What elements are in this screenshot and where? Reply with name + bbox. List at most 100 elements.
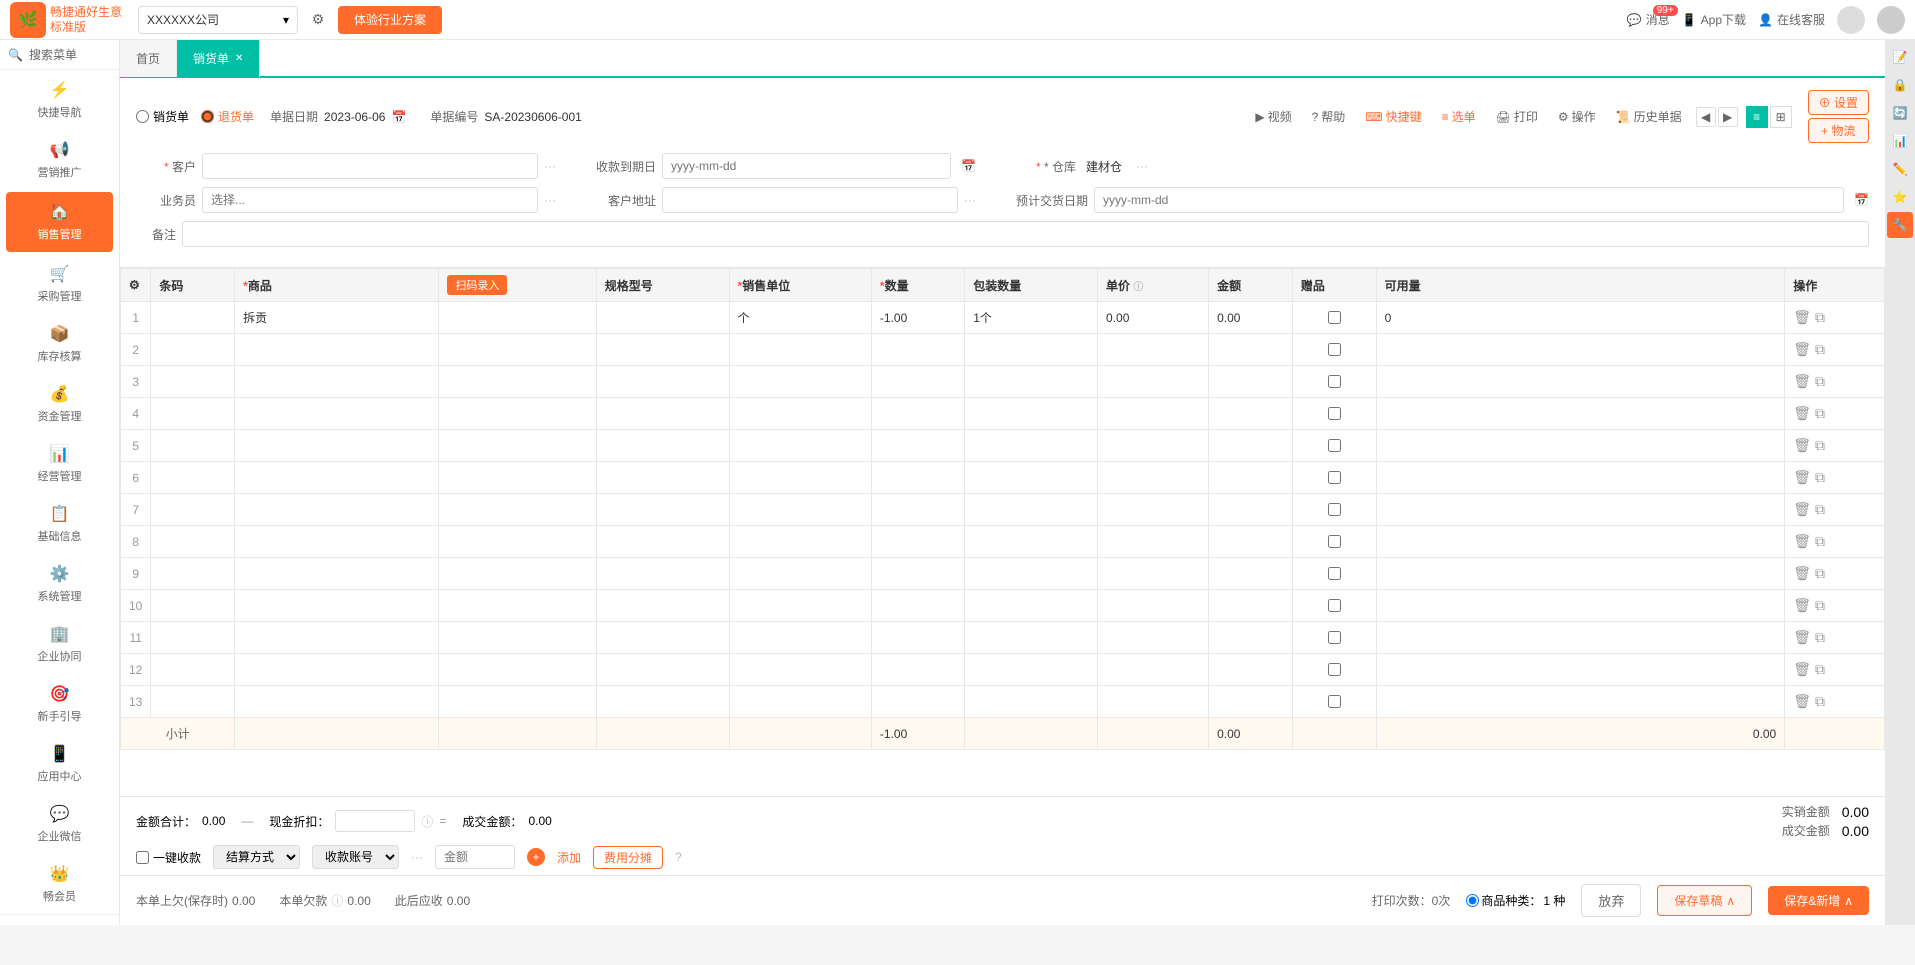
help-btn[interactable]: ? 帮助 bbox=[1306, 106, 1352, 127]
sidebar-item-purchase[interactable]: 🛒 采购管理 bbox=[0, 254, 119, 314]
delete-icon[interactable]: 🗑 bbox=[1793, 533, 1811, 550]
print-btn[interactable]: 🖨 打印 bbox=[1490, 106, 1544, 127]
sidebar-item-marketing[interactable]: 📢 营销推广 bbox=[0, 130, 119, 190]
copy-icon[interactable]: ⧉ bbox=[1815, 405, 1825, 422]
delete-icon[interactable]: 🗑 bbox=[1793, 693, 1811, 710]
copy-icon[interactable]: ⧉ bbox=[1815, 501, 1825, 518]
delete-icon[interactable]: 🗑 bbox=[1793, 341, 1811, 358]
tab-home[interactable]: 首页 bbox=[120, 39, 177, 77]
right-panel-note-icon[interactable]: 📝 bbox=[1887, 44, 1913, 70]
settings-icon[interactable]: ⚙ bbox=[306, 8, 330, 32]
next-arrow[interactable]: ▶ bbox=[1718, 107, 1738, 127]
tab-close-icon[interactable]: ✕ bbox=[235, 53, 243, 64]
copy-icon[interactable]: ⧉ bbox=[1815, 437, 1825, 454]
right-panel-refresh-icon[interactable]: 🔄 bbox=[1887, 100, 1913, 126]
cell-unit[interactable]: 个 bbox=[729, 302, 871, 334]
cell-gift[interactable] bbox=[1292, 302, 1376, 334]
operation-btn[interactable]: ⚙ 操作 bbox=[1552, 106, 1602, 127]
account-select[interactable]: 收款账号 bbox=[312, 845, 399, 869]
remark-input[interactable] bbox=[182, 221, 1869, 247]
company-selector[interactable]: XXXXXX公司 ▾ bbox=[138, 6, 298, 34]
scan-button[interactable]: 扫码录入 bbox=[447, 275, 507, 295]
right-panel-star-icon[interactable]: ⭐ bbox=[1887, 184, 1913, 210]
right-panel-lock-icon[interactable]: 🔒 bbox=[1887, 72, 1913, 98]
customer-input[interactable] bbox=[202, 153, 538, 179]
prev-arrow[interactable]: ◀ bbox=[1696, 107, 1716, 127]
right-panel-settings-icon[interactable]: 🔧 bbox=[1887, 212, 1913, 238]
cell-barcode[interactable] bbox=[151, 302, 235, 334]
sidebar-item-guide[interactable]: 🎯 新手引导 bbox=[0, 674, 119, 734]
cell-spec[interactable] bbox=[439, 302, 596, 334]
warehouse-more-icon[interactable]: ··· bbox=[1136, 159, 1148, 173]
doc-settings-button[interactable]: ⊕ 设置 bbox=[1808, 90, 1869, 115]
shortcut-btn[interactable]: ⌨ 快捷键 bbox=[1359, 106, 1427, 127]
delete-icon[interactable]: 🗑 bbox=[1793, 309, 1811, 326]
cell-amount[interactable]: 0.00 bbox=[1209, 302, 1293, 334]
calendar-icon[interactable]: 📅 bbox=[391, 110, 406, 124]
delete-icon[interactable]: 🗑 bbox=[1793, 501, 1811, 518]
sidebar-item-inventory[interactable]: 📦 库存核算 bbox=[0, 314, 119, 374]
cell-product[interactable]: 拆贡 bbox=[235, 302, 439, 334]
copy-icon[interactable]: ⧉ bbox=[1815, 565, 1825, 582]
delete-icon[interactable]: 🗑 bbox=[1793, 629, 1811, 646]
cell-qty[interactable]: -1.00 bbox=[871, 302, 964, 334]
sidebar-item-system[interactable]: ⚙️ 系统管理 bbox=[0, 554, 119, 614]
delete-icon[interactable]: 🗑 bbox=[1793, 469, 1811, 486]
sidebar-item-base-info[interactable]: 📋 基础信息 bbox=[0, 494, 119, 554]
cell-unit-price[interactable]: 0.00 bbox=[1098, 302, 1209, 334]
right-panel-chart-icon[interactable]: 📊 bbox=[1887, 128, 1913, 154]
radio-return-order[interactable]: 退货单 bbox=[201, 108, 254, 125]
expense-split-button[interactable]: 费用分摊 bbox=[593, 846, 663, 869]
copy-icon[interactable]: ⧉ bbox=[1815, 661, 1825, 678]
online-service-button[interactable]: 👤 在线客服 bbox=[1758, 11, 1825, 28]
col-scan-btn[interactable]: 扫码录入 bbox=[439, 269, 596, 302]
delete-icon[interactable]: 🗑 bbox=[1793, 661, 1811, 678]
copy-icon[interactable]: ⧉ bbox=[1815, 373, 1825, 390]
copy-icon[interactable]: ⧉ bbox=[1815, 533, 1825, 550]
salesperson-more-icon[interactable]: ··· bbox=[544, 193, 556, 207]
trial-button[interactable]: 体验行业方案 bbox=[338, 6, 442, 34]
col-settings[interactable]: ⚙ bbox=[121, 269, 151, 302]
cell-pkg-qty[interactable]: 1个 bbox=[965, 302, 1098, 334]
list-view-btn[interactable]: ≡ bbox=[1746, 106, 1768, 128]
message-button[interactable]: 💬 消息 99+ bbox=[1627, 11, 1670, 28]
discount-input[interactable] bbox=[335, 810, 415, 832]
sidebar-item-app-center[interactable]: 📱 应用中心 bbox=[0, 734, 119, 794]
cell-spec2[interactable] bbox=[596, 302, 729, 334]
delete-icon[interactable]: 🗑 bbox=[1793, 405, 1811, 422]
copy-icon[interactable]: ⧉ bbox=[1815, 469, 1825, 486]
sidebar-search[interactable]: 🔍 搜索菜单 bbox=[0, 40, 119, 70]
receipt-calendar-icon[interactable]: 📅 bbox=[961, 159, 976, 173]
customer-address-input[interactable] bbox=[662, 187, 958, 213]
sidebar-item-finance[interactable]: 💰 资金管理 bbox=[0, 374, 119, 434]
select-order-btn[interactable]: ≡ 选单 bbox=[1436, 106, 1482, 127]
delete-icon[interactable]: 🗑 bbox=[1793, 565, 1811, 582]
copy-icon[interactable]: ⧉ bbox=[1815, 341, 1825, 358]
sidebar-item-enterprise[interactable]: 🏢 企业协同 bbox=[0, 614, 119, 674]
radio-sales-order[interactable]: 销货单 bbox=[136, 108, 189, 125]
video-btn[interactable]: ▶ 视频 bbox=[1249, 106, 1297, 127]
copy-icon[interactable]: ⧉ bbox=[1815, 693, 1825, 710]
sidebar-item-quick-nav[interactable]: ⚡ 快捷导航 bbox=[0, 70, 119, 130]
add-button[interactable]: + bbox=[527, 848, 545, 866]
sidebar-item-operation[interactable]: 📊 经营管理 bbox=[0, 434, 119, 494]
delete-icon[interactable]: 🗑 bbox=[1793, 437, 1811, 454]
history-btn[interactable]: 📜 历史单据 bbox=[1610, 106, 1688, 127]
save-new-button[interactable]: 保存&新增 ∧ bbox=[1768, 886, 1869, 915]
app-download-button[interactable]: 📱 App下载 bbox=[1682, 11, 1746, 28]
copy-icon[interactable]: ⧉ bbox=[1815, 597, 1825, 614]
logistics-button[interactable]: + 物流 bbox=[1808, 118, 1869, 143]
amount-input[interactable] bbox=[435, 845, 515, 869]
delete-icon[interactable]: 🗑 bbox=[1793, 373, 1811, 390]
customer-more-icon[interactable]: ··· bbox=[544, 159, 556, 173]
grid-view-btn[interactable]: ⊞ bbox=[1770, 106, 1792, 128]
receipt-date-input[interactable] bbox=[662, 153, 951, 179]
delete-icon[interactable]: 🗑 bbox=[1793, 597, 1811, 614]
copy-icon[interactable]: ⧉ bbox=[1815, 309, 1825, 326]
delivery-date-input[interactable] bbox=[1094, 187, 1844, 213]
right-panel-edit-icon[interactable]: ✏️ bbox=[1887, 156, 1913, 182]
save-draft-button[interactable]: 保存草稿 ∧ bbox=[1657, 885, 1752, 916]
account-dots-icon[interactable]: ··· bbox=[411, 850, 423, 864]
sidebar-item-sales[interactable]: 🏠 销售管理 bbox=[6, 192, 113, 252]
avatar[interactable] bbox=[1837, 6, 1865, 34]
